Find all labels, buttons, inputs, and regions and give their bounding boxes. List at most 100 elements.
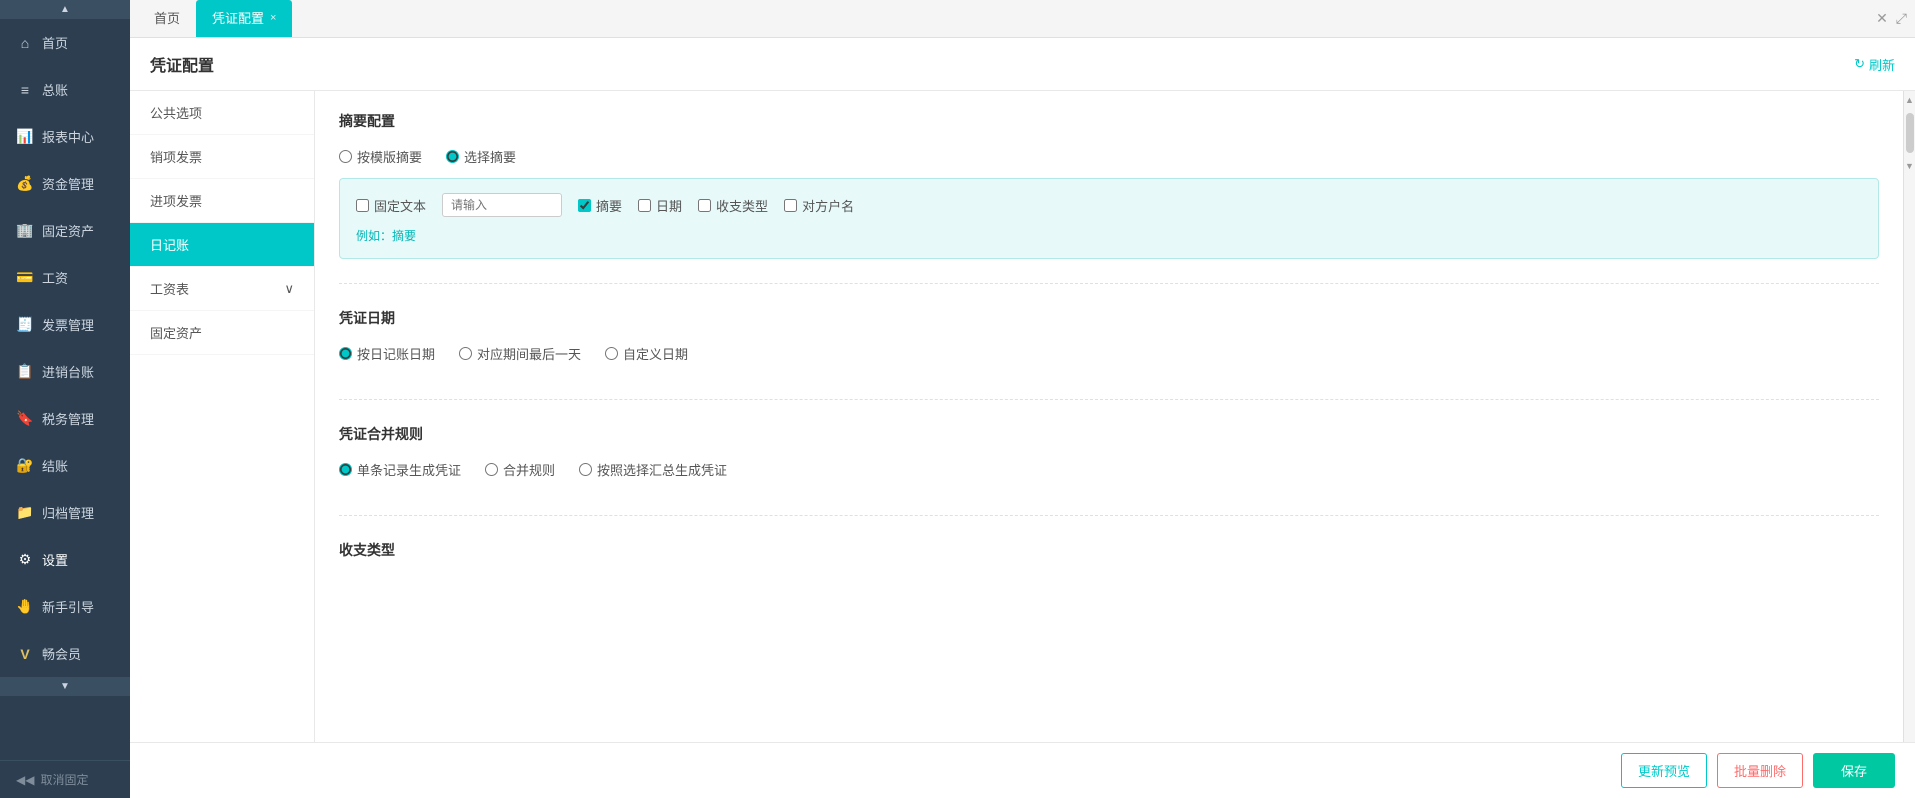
checkbox-counterpart[interactable] [784, 199, 797, 212]
cancel-pin-button[interactable]: ◀◀ 取消固定 [0, 760, 130, 798]
fixed-text-input[interactable] [442, 193, 562, 217]
scroll-up-arrow[interactable]: ▲ [1904, 91, 1915, 109]
sidebar-item-vip[interactable]: V 畅会员 [0, 630, 130, 677]
window-restore-icon[interactable]: ⤢ [1896, 10, 1907, 27]
page-title: 凭证配置 [150, 52, 214, 76]
checkbox-pay-type-label[interactable]: 收支类型 [698, 196, 768, 215]
radio-template-summary[interactable]: 按模版摘要 [339, 147, 422, 166]
bottom-bar: 更新预览 批量删除 保存 [130, 742, 1915, 798]
radio-custom-date[interactable]: 自定义日期 [605, 344, 688, 363]
save-button[interactable]: 保存 [1813, 753, 1895, 788]
main-area: 首页 凭证配置 × ✕ ⤢ 凭证配置 ↻ 刷新 公共选项 销项发票 进 [130, 0, 1915, 798]
window-close-icon[interactable]: ✕ [1876, 10, 1888, 27]
sidebar-scroll-up[interactable]: ▲ [0, 0, 130, 19]
merge-rules-row: 单条记录生成凭证 合并规则 按照选择汇总生成凭证 [339, 460, 1879, 479]
checkbox-pay-type[interactable] [698, 199, 711, 212]
invoice-mgmt-icon: 🧾 [16, 316, 34, 333]
payroll-icon: 💳 [16, 269, 34, 286]
refresh-button[interactable]: ↻ 刷新 [1854, 55, 1895, 74]
archive-icon: 📁 [16, 504, 34, 521]
tab-bar-actions: ✕ ⤢ [1876, 10, 1907, 27]
batch-delete-button[interactable]: 批量删除 [1717, 753, 1803, 788]
radio-single-record-input[interactable] [339, 463, 352, 476]
sidebar-item-ledger[interactable]: ≡ 总账 [0, 66, 130, 113]
tab-bar: 首页 凭证配置 × ✕ ⤢ [130, 0, 1915, 38]
radio-select-input[interactable] [446, 150, 459, 163]
radio-select-summary[interactable]: 选择摘要 [446, 147, 516, 166]
tab-voucher-config[interactable]: 凭证配置 × [196, 0, 292, 37]
voucher-date-section: 凭证日期 按日记账日期 对应期间最后一天 自定义日期 [339, 308, 1879, 400]
settings-icon: ⚙ [16, 551, 34, 568]
nav-item-purchase-invoice[interactable]: 进项发票 [130, 179, 314, 223]
radio-custom-date-input[interactable] [605, 347, 618, 360]
tab-close-button[interactable]: × [270, 12, 276, 24]
purchase-sale-icon: 📋 [16, 363, 34, 380]
checkbox-summary[interactable] [578, 199, 591, 212]
sidebar-item-home[interactable]: ⌂ 首页 [0, 19, 130, 66]
checkbox-summary-label[interactable]: 摘要 [578, 196, 622, 215]
sidebar-scroll-down[interactable]: ▼ [0, 677, 130, 696]
checkbox-date-label[interactable]: 日期 [638, 196, 682, 215]
sidebar-item-reports[interactable]: 📊 报表中心 [0, 113, 130, 160]
home-icon: ⌂ [16, 35, 34, 51]
tax-icon: 🔖 [16, 410, 34, 427]
scroll-down-arrow[interactable]: ▼ [1904, 157, 1915, 175]
vip-icon: V [16, 646, 34, 662]
checkbox-fixed-text-label[interactable]: 固定文本 [356, 196, 426, 215]
assets-icon: 🏢 [16, 222, 34, 239]
sidebar-item-payroll[interactable]: 💳 工资 [0, 254, 130, 301]
sidebar-item-invoice-mgmt[interactable]: 🧾 发票管理 [0, 301, 130, 348]
pin-icon: ◀◀ [16, 773, 34, 787]
radio-last-day[interactable]: 对应期间最后一天 [459, 344, 581, 363]
sidebar-item-archive[interactable]: 📁 归档管理 [0, 489, 130, 536]
tab-home[interactable]: 首页 [138, 0, 196, 37]
guide-icon: 🤚 [16, 598, 34, 615]
merge-rules-title: 凭证合并规则 [339, 424, 1879, 444]
radio-single-record[interactable]: 单条记录生成凭证 [339, 460, 461, 479]
radio-by-selection-input[interactable] [579, 463, 592, 476]
page-header: 凭证配置 ↻ 刷新 [130, 38, 1915, 91]
nav-item-fixed-assets[interactable]: 固定资产 [130, 311, 314, 355]
radio-last-day-input[interactable] [459, 347, 472, 360]
nav-item-sales-invoice[interactable]: 销项发票 [130, 135, 314, 179]
receive-type-title: 收支类型 [339, 540, 1879, 560]
sidebar-item-settings[interactable]: ⚙ 设置 [0, 536, 130, 583]
sidebar-item-close[interactable]: 🔐 结账 [0, 442, 130, 489]
scroll-thumb[interactable] [1906, 113, 1914, 153]
funds-icon: 💰 [16, 175, 34, 192]
radio-journal-date[interactable]: 按日记账日期 [339, 344, 435, 363]
checkbox-counterpart-label[interactable]: 对方户名 [784, 196, 854, 215]
sidebar-item-assets[interactable]: 🏢 固定资产 [0, 207, 130, 254]
checkbox-fixed-text[interactable] [356, 199, 369, 212]
merge-rules-section: 凭证合并规则 单条记录生成凭证 合并规则 按照选择汇总生成凭证 [339, 424, 1879, 516]
radio-by-selection[interactable]: 按照选择汇总生成凭证 [579, 460, 727, 479]
radio-merge-rule[interactable]: 合并规则 [485, 460, 555, 479]
sidebar-item-guide[interactable]: 🤚 新手引导 [0, 583, 130, 630]
receive-type-section: 收支类型 [339, 540, 1879, 600]
sidebar-item-tax[interactable]: 🔖 税务管理 [0, 395, 130, 442]
summary-mode-row: 按模版摘要 选择摘要 [339, 147, 1879, 166]
summary-config-title: 摘要配置 [339, 111, 1879, 131]
nav-item-journal[interactable]: 日记账 [130, 223, 314, 267]
summary-box: 固定文本 摘要 日期 收支类型 [339, 178, 1879, 259]
nav-item-payroll-table[interactable]: 工资表 ∨ [130, 267, 314, 311]
update-preview-button[interactable]: 更新预览 [1621, 753, 1707, 788]
radio-merge-rule-input[interactable] [485, 463, 498, 476]
nav-item-public[interactable]: 公共选项 [130, 91, 314, 135]
example-text: 例如：摘要 [356, 227, 1862, 244]
refresh-icon: ↻ [1854, 56, 1865, 72]
radio-journal-date-input[interactable] [339, 347, 352, 360]
summary-options-row: 固定文本 摘要 日期 收支类型 [356, 193, 1862, 217]
reports-icon: 📊 [16, 128, 34, 145]
voucher-date-row: 按日记账日期 对应期间最后一天 自定义日期 [339, 344, 1879, 363]
left-nav: 公共选项 销项发票 进项发票 日记账 工资表 ∨ 固定资产 [130, 91, 315, 742]
radio-template-input[interactable] [339, 150, 352, 163]
sidebar: ▲ ⌂ 首页 ≡ 总账 📊 报表中心 💰 资金管理 🏢 固定资产 💳 工资 🧾 … [0, 0, 130, 798]
scroll-track: ▲ ▼ [1903, 91, 1915, 742]
chevron-down-icon: ∨ [284, 281, 294, 297]
checkbox-date[interactable] [638, 199, 651, 212]
sidebar-item-purchase-sale[interactable]: 📋 进销台账 [0, 348, 130, 395]
summary-config-section: 摘要配置 按模版摘要 选择摘要 固定文本 [339, 111, 1879, 284]
sidebar-item-funds[interactable]: 💰 资金管理 [0, 160, 130, 207]
close-account-icon: 🔐 [16, 457, 34, 474]
